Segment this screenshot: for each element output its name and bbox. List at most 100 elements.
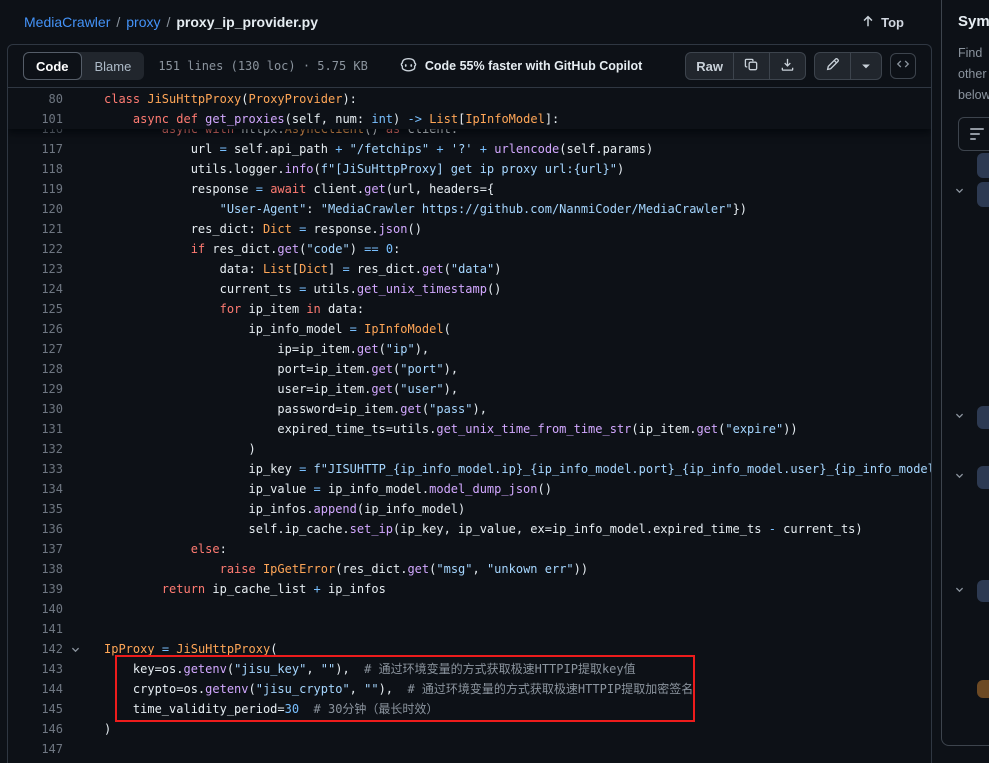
- line-number[interactable]: 140: [8, 599, 63, 619]
- file-meta-info: 151 lines (130 loc) · 5.75 KB: [158, 59, 368, 73]
- github-code-view: MediaCrawler / proxy / proxy_ip_provider…: [0, 0, 989, 763]
- fold-spacer: [63, 719, 87, 739]
- edit-dropdown-button[interactable]: [851, 52, 882, 80]
- code-line-text: ip_key = f"JISUHTTP_{ip_info_model.ip}_{…: [87, 459, 931, 479]
- scroll-to-top-button[interactable]: Top: [853, 10, 912, 35]
- chevron-down-icon[interactable]: [952, 183, 966, 197]
- code-symbols-icon: [896, 57, 910, 76]
- fold-spacer: [63, 399, 87, 419]
- code-lines: 116 async with httpx.AsyncClient() as cl…: [8, 89, 931, 759]
- line-number[interactable]: 142: [8, 639, 63, 659]
- symbol-item[interactable]: [977, 466, 989, 489]
- fold-chevron-icon[interactable]: [63, 639, 87, 659]
- line-number[interactable]: 129: [8, 379, 63, 399]
- code-line-141: 141: [8, 619, 931, 639]
- line-number[interactable]: 80: [8, 89, 63, 109]
- line-number[interactable]: 141: [8, 619, 63, 639]
- code-line-text: [87, 619, 104, 639]
- line-number[interactable]: 118: [8, 159, 63, 179]
- code-line-134: 134 ip_value = ip_info_model.model_dump_…: [8, 479, 931, 499]
- code-line-text: [87, 739, 104, 759]
- line-number[interactable]: 133: [8, 459, 63, 479]
- line-number[interactable]: 124: [8, 279, 63, 299]
- pencil-icon: [825, 57, 840, 75]
- fold-spacer: [63, 179, 87, 199]
- line-number[interactable]: 125: [8, 299, 63, 319]
- symbol-item[interactable]: [977, 153, 989, 178]
- line-number[interactable]: 128: [8, 359, 63, 379]
- code-line-145: 145 time_validity_period=30 # 30分钟（最长时效）: [8, 699, 931, 719]
- line-number[interactable]: 117: [8, 139, 63, 159]
- arrow-up-icon: [861, 14, 875, 31]
- breadcrumb-separator: /: [116, 14, 120, 30]
- tab-blame[interactable]: Blame: [82, 52, 145, 80]
- copilot-banner-label: Code 55% faster with GitHub Copilot: [425, 59, 642, 73]
- code-line-144: 144 crypto=os.getenv("jisu_crypto", ""),…: [8, 679, 931, 699]
- raw-button[interactable]: Raw: [685, 52, 734, 80]
- line-number[interactable]: 143: [8, 659, 63, 679]
- line-number[interactable]: 132: [8, 439, 63, 459]
- symbol-item[interactable]: [977, 580, 989, 602]
- symbol-item[interactable]: [977, 680, 989, 698]
- line-number[interactable]: 131: [8, 419, 63, 439]
- chevron-down-icon[interactable]: [952, 582, 966, 596]
- fold-spacer: [63, 379, 87, 399]
- line-number[interactable]: 139: [8, 579, 63, 599]
- code-line-143: 143 key=os.getenv("jisu_key", ""), # 通过环…: [8, 659, 931, 679]
- symbols-pane-toggle-button[interactable]: [890, 53, 916, 79]
- fold-spacer: [63, 659, 87, 679]
- tab-code[interactable]: Code: [23, 52, 82, 80]
- breadcrumb-repo-link[interactable]: MediaCrawler: [24, 14, 110, 30]
- line-number[interactable]: 119: [8, 179, 63, 199]
- symbols-panel: Sym Find other below: [941, 0, 989, 746]
- copilot-banner[interactable]: Code 55% faster with GitHub Copilot: [400, 56, 642, 76]
- chevron-down-icon[interactable]: [952, 408, 966, 422]
- line-number[interactable]: 138: [8, 559, 63, 579]
- breadcrumb-folder-link[interactable]: proxy: [126, 14, 160, 30]
- line-number[interactable]: 130: [8, 399, 63, 419]
- breadcrumb-bar: MediaCrawler / proxy / proxy_ip_provider…: [0, 0, 932, 44]
- edit-button[interactable]: [814, 52, 851, 80]
- code-line-118: 118 utils.logger.info(f"[JiSuHttpProxy] …: [8, 159, 931, 179]
- download-button[interactable]: [770, 52, 806, 80]
- copy-button[interactable]: [734, 52, 770, 80]
- code-line-129: 129 user=ip_item.get("user"),: [8, 379, 931, 399]
- line-number[interactable]: 137: [8, 539, 63, 559]
- symbol-item[interactable]: [977, 182, 989, 207]
- line-number[interactable]: 120: [8, 199, 63, 219]
- line-number[interactable]: 146: [8, 719, 63, 739]
- line-number[interactable]: 127: [8, 339, 63, 359]
- code-line-122: 122 if res_dict.get("code") == 0:: [8, 239, 931, 259]
- code-line-136: 136 self.ip_cache.set_ip(ip_key, ip_valu…: [8, 519, 931, 539]
- line-number[interactable]: 135: [8, 499, 63, 519]
- chevron-down-icon[interactable]: [952, 468, 966, 482]
- fold-spacer: [63, 219, 87, 239]
- code-line-117: 117 url = self.api_path + "/fetchips" + …: [8, 139, 931, 159]
- fold-spacer: [63, 419, 87, 439]
- fold-spacer: [63, 139, 87, 159]
- code-line-133: 133 ip_key = f"JISUHTTP_{ip_info_model.i…: [8, 459, 931, 479]
- copilot-icon: [400, 56, 417, 76]
- edit-group: [814, 52, 882, 80]
- line-number[interactable]: 147: [8, 739, 63, 759]
- code-line-126: 126 ip_info_model = IpInfoModel(: [8, 319, 931, 339]
- fold-spacer: [63, 499, 87, 519]
- line-number[interactable]: 144: [8, 679, 63, 699]
- line-number[interactable]: 134: [8, 479, 63, 499]
- line-number[interactable]: 126: [8, 319, 63, 339]
- symbol-item[interactable]: [977, 406, 989, 429]
- fold-spacer: [63, 89, 87, 109]
- line-number[interactable]: 122: [8, 239, 63, 259]
- fold-spacer: [63, 739, 87, 759]
- line-number[interactable]: 145: [8, 699, 63, 719]
- fold-spacer: [63, 259, 87, 279]
- code-area: 116 async with httpx.AsyncClient() as cl…: [8, 89, 931, 763]
- symbols-filter-button[interactable]: [958, 117, 989, 151]
- code-line-146: 146): [8, 719, 931, 739]
- fold-spacer: [63, 559, 87, 579]
- filter-icon: [970, 128, 984, 140]
- line-number[interactable]: 101: [8, 109, 63, 129]
- line-number[interactable]: 136: [8, 519, 63, 539]
- line-number[interactable]: 121: [8, 219, 63, 239]
- line-number[interactable]: 123: [8, 259, 63, 279]
